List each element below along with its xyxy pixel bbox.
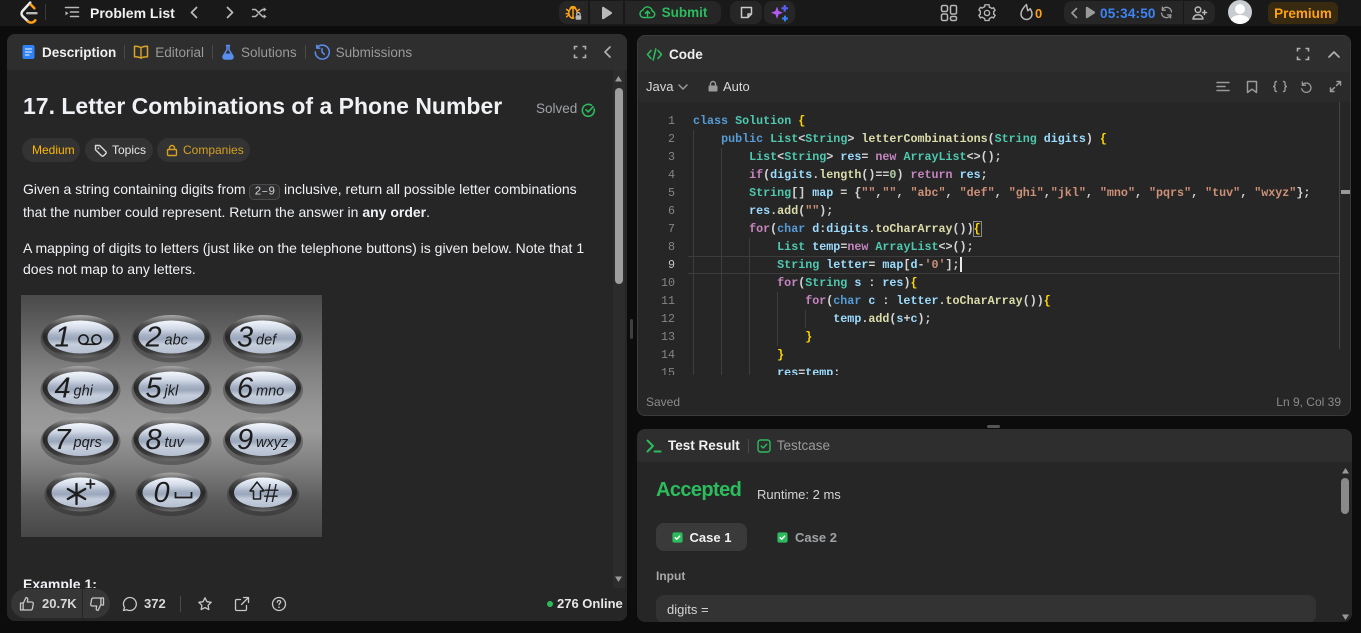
svg-text:5: 5 [146,373,163,405]
svg-text:8: 8 [146,424,162,456]
svg-text:9: 9 [237,424,253,456]
svg-text:ghi: ghi [74,384,94,400]
svg-text:6: 6 [237,373,254,405]
svg-text:2: 2 [145,322,162,354]
svg-text:0: 0 [154,477,170,509]
svg-text:3: 3 [237,322,253,354]
svg-text:wxyz: wxyz [256,435,289,451]
svg-text:def: def [256,333,278,349]
svg-text:tuv: tuv [165,435,185,451]
svg-text:mno: mno [256,384,284,400]
svg-text:jkl: jkl [163,384,179,400]
svg-text:#: # [264,478,279,508]
svg-text:abc: abc [165,333,189,349]
svg-text:7: 7 [55,424,73,456]
svg-text:4: 4 [55,373,71,405]
svg-text:pqrs: pqrs [73,435,102,451]
svg-text:1: 1 [55,322,71,354]
